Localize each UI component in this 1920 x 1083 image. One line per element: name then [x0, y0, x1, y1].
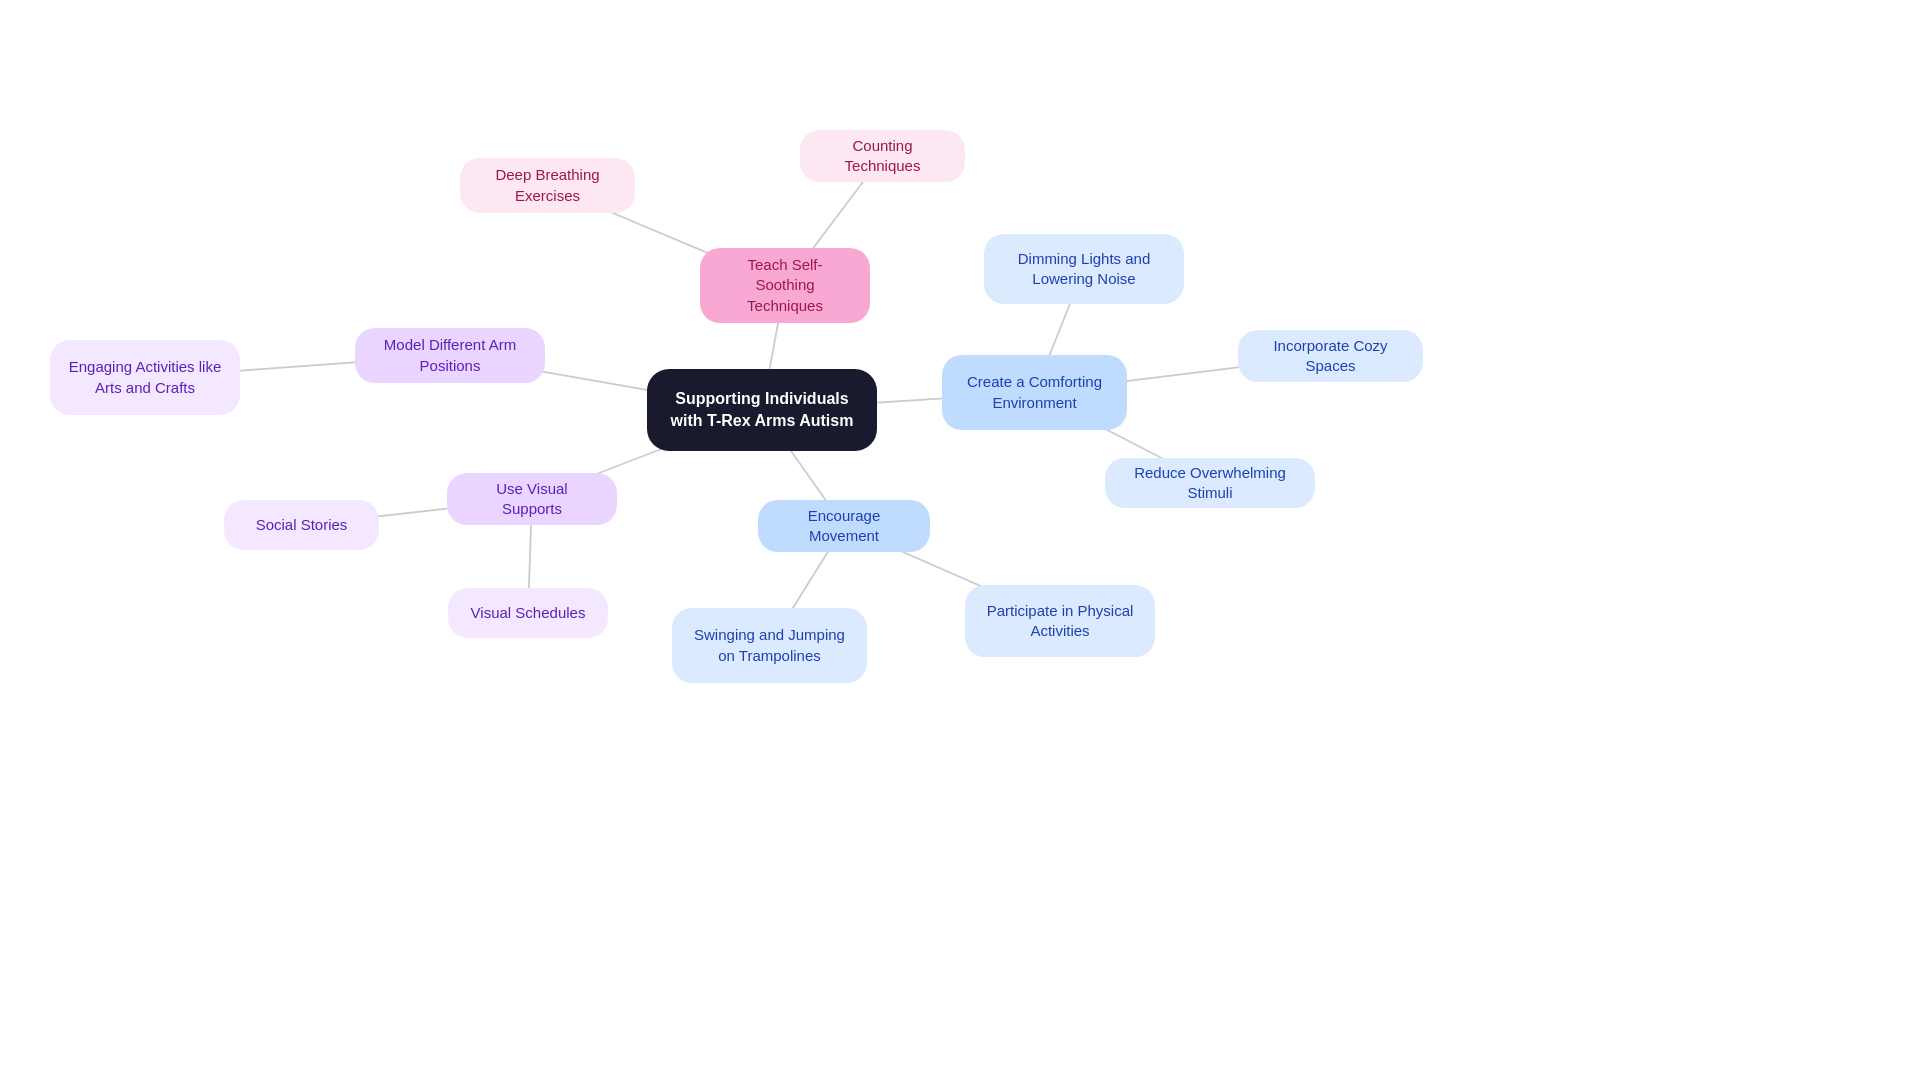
model-arm-positions-node: Model Different Arm Positions — [355, 328, 545, 383]
create-comforting-node: Create a Comforting Environment — [942, 355, 1127, 430]
swinging-jumping-node: Swinging and Jumping on Trampolines — [672, 608, 867, 683]
center-node: Supporting Individuals with T-Rex Arms A… — [647, 369, 877, 451]
deep-breathing-node: Deep Breathing Exercises — [460, 158, 635, 213]
visual-schedules-node: Visual Schedules — [448, 588, 608, 638]
counting-techniques-node: Counting Techniques — [800, 130, 965, 182]
dimming-lights-node: Dimming Lights and Lowering Noise — [984, 234, 1184, 304]
participate-physical-node: Participate in Physical Activities — [965, 585, 1155, 657]
teach-self-soothing-node: Teach Self-Soothing Techniques — [700, 248, 870, 323]
use-visual-supports-node: Use Visual Supports — [447, 473, 617, 525]
reduce-stimuli-node: Reduce Overwhelming Stimuli — [1105, 458, 1315, 508]
encourage-movement-node: Encourage Movement — [758, 500, 930, 552]
incorporate-cozy-node: Incorporate Cozy Spaces — [1238, 330, 1423, 382]
engaging-activities-node: Engaging Activities like Arts and Crafts — [50, 340, 240, 415]
social-stories-node: Social Stories — [224, 500, 379, 550]
